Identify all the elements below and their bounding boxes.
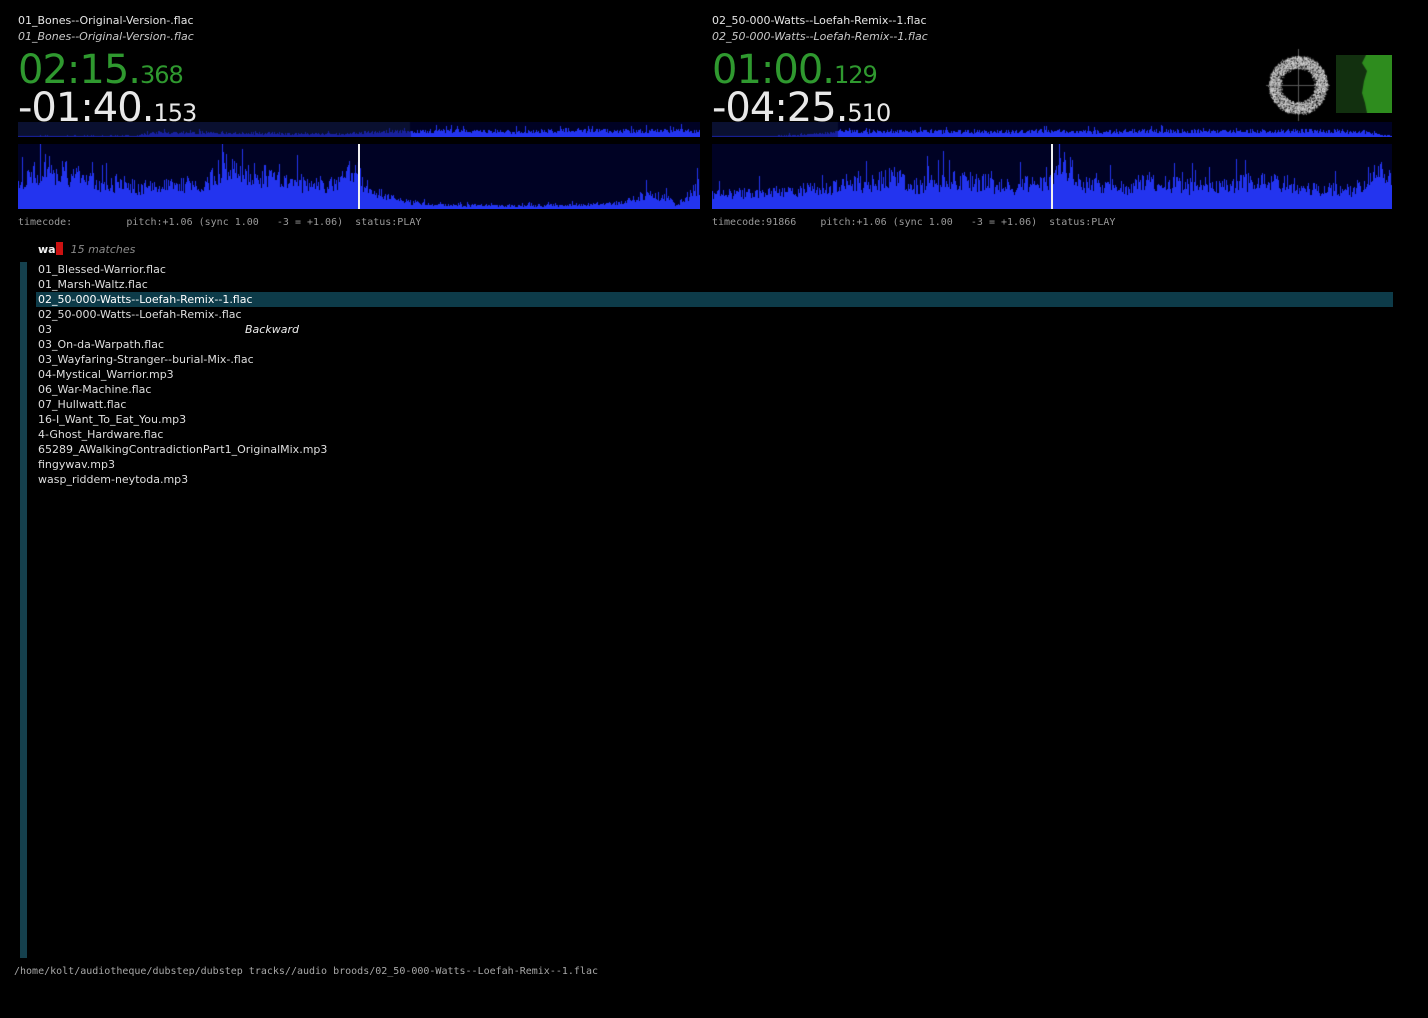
list-item[interactable]: 07_Hullwatt.flac (36, 397, 1393, 412)
text-cursor (55, 242, 63, 255)
list-item-note: Backward (245, 323, 299, 336)
deck-left-playhead-needle (358, 144, 360, 209)
list-item-name: fingywav.mp3 (38, 458, 115, 471)
list-item-name: 03_Wayfaring-Stranger--burial-Mix-.flac (38, 353, 254, 366)
deck-left-status-line: timecode: pitch:+1.06 (sync 1.00 -3 = +1… (18, 217, 422, 228)
deck-right-elapsed-time: 01:00.129 (712, 47, 878, 93)
list-item[interactable]: 65289_AWalkingContradictionPart1_Origina… (36, 442, 1393, 457)
selected-file-path: /home/kolt/audiotheque/dubstep/dubstep t… (14, 966, 598, 977)
list-item[interactable]: 04-Mystical_Warrior.mp3 (36, 367, 1393, 382)
list-item-name: 4-Ghost_Hardware.flac (38, 428, 164, 441)
list-item[interactable]: 03_Wayfaring-Stranger--burial-Mix-.flac (36, 352, 1393, 367)
deck-left-track-name-italic: 01_Bones--Original-Version-.flac (18, 30, 194, 43)
list-item-name: 01_Blessed-Warrior.flac (38, 263, 166, 276)
list-item[interactable]: 02_50-000-Watts--Loefah-Remix--1.flac (36, 292, 1393, 307)
list-item-name: 02_50-000-Watts--Loefah-Remix-.flac (38, 308, 242, 321)
library-track-list: 01_Blessed-Warrior.flac 01_Marsh-Waltz.fl… (36, 262, 1393, 487)
list-item-name: 04-Mystical_Warrior.mp3 (38, 368, 174, 381)
list-item-name: 03_On-da-Warpath.flac (38, 338, 165, 351)
deck-right-overview-waveform (712, 122, 1392, 137)
list-item-name: 03 (38, 323, 52, 336)
list-item[interactable]: fingywav.mp3 (36, 457, 1393, 472)
list-item-name: 01_Marsh-Waltz.flac (38, 278, 148, 291)
search-row: wa 15 matches (38, 242, 135, 256)
list-item-name: wasp_riddem-neytoda.mp3 (38, 473, 189, 486)
deck-right-playhead-needle (1051, 144, 1053, 209)
deck-left-track-name: 01_Bones--Original-Version-.flac (18, 14, 194, 27)
list-item[interactable]: 03 Backward (36, 322, 1393, 337)
deck-left-overview-waveform (18, 122, 700, 137)
library-scrollbar[interactable] (20, 262, 27, 958)
list-item[interactable]: 02_50-000-Watts--Loefah-Remix-.flac (36, 307, 1393, 322)
match-count-label: 15 matches (70, 243, 136, 256)
timecode-scope-ring (1265, 48, 1331, 122)
list-item-name: 06_War-Machine.flac (38, 383, 152, 396)
list-item-name: 16-I_Want_To_Eat_You.mp3 (38, 413, 187, 426)
list-item-name: 02_50-000-Watts--Loefah-Remix--1.flac (38, 293, 253, 306)
list-item[interactable]: 06_War-Machine.flac (36, 382, 1393, 397)
deck-right-status-line: timecode:91866 pitch:+1.06 (sync 1.00 -3… (712, 217, 1116, 228)
list-item[interactable]: wasp_riddem-neytoda.mp3 (36, 472, 1393, 487)
list-item-name: 65289_AWalkingContradictionPart1_Origina… (38, 443, 328, 456)
deck-left: 01_Bones--Original-Version-.flac 01_Bone… (18, 14, 197, 128)
list-item[interactable]: 01_Marsh-Waltz.flac (36, 277, 1393, 292)
deck-right-track-name-italic: 02_50-000-Watts--Loefah-Remix--1.flac (712, 30, 928, 43)
timecode-level-meter (1336, 55, 1392, 113)
deck-right-track-name: 02_50-000-Watts--Loefah-Remix--1.flac (712, 14, 927, 27)
list-item[interactable]: 4-Ghost_Hardware.flac (36, 427, 1393, 442)
list-item[interactable]: 01_Blessed-Warrior.flac (36, 262, 1393, 277)
deck-left-elapsed-time: 02:15.368 (18, 47, 184, 93)
list-item[interactable]: 03_On-da-Warpath.flac (36, 337, 1393, 352)
deck-right-closeup-waveform (712, 144, 1392, 209)
list-item-name: 07_Hullwatt.flac (38, 398, 127, 411)
deck-right: 02_50-000-Watts--Loefah-Remix--1.flac 02… (712, 14, 928, 128)
deck-left-closeup-waveform (18, 144, 700, 209)
list-item[interactable]: 16-I_Want_To_Eat_You.mp3 (36, 412, 1393, 427)
xwax-main-window: 01_Bones--Original-Version-.flac 01_Bone… (0, 0, 1428, 1018)
search-input[interactable]: wa (38, 243, 56, 256)
